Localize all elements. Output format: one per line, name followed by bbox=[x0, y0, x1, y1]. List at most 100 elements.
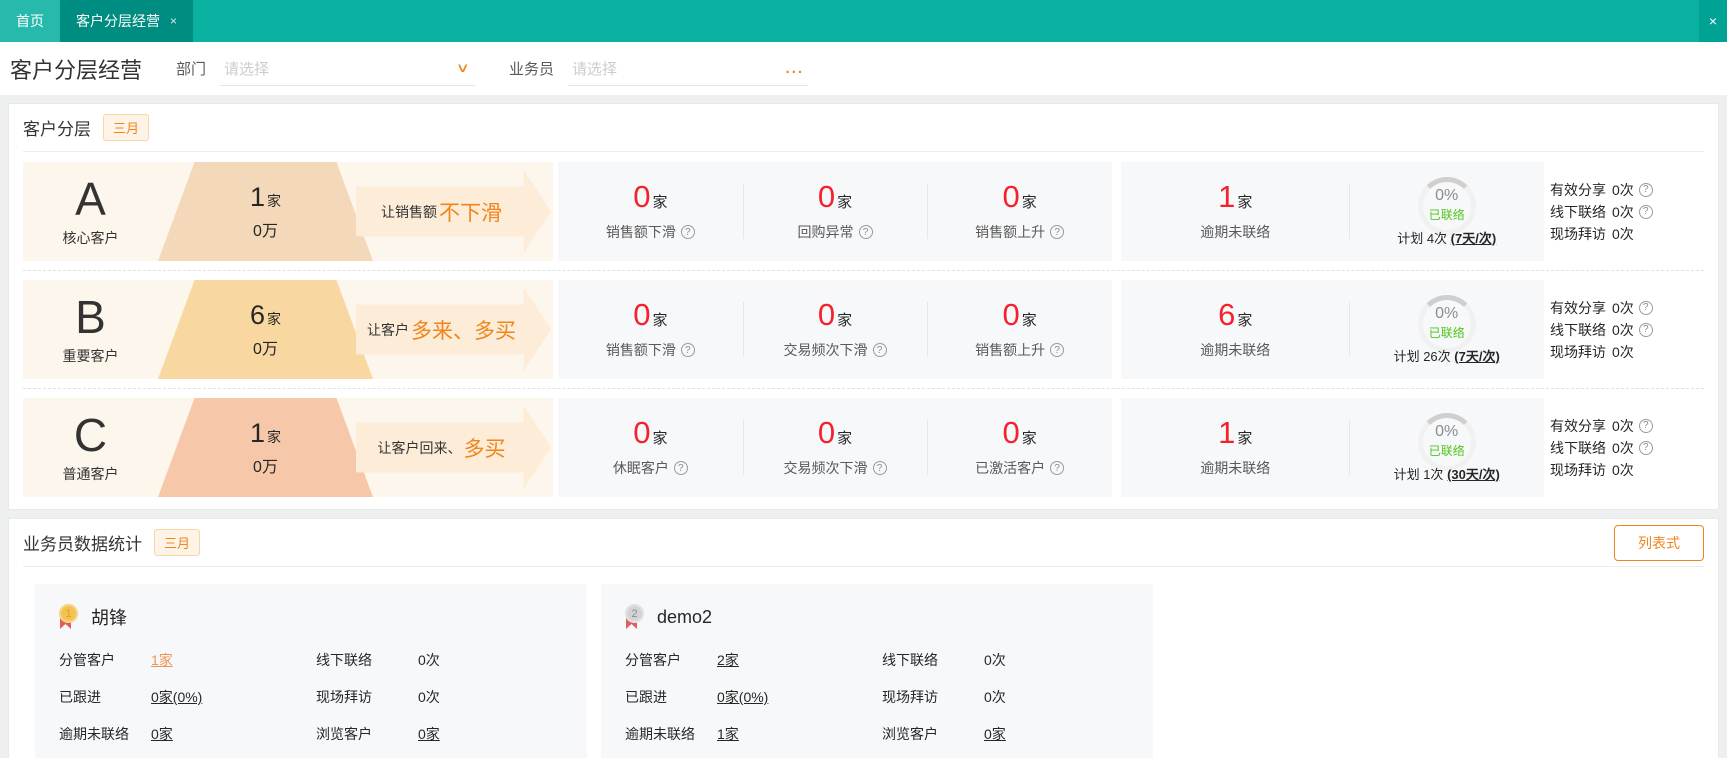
tier-amount: 0万 bbox=[253, 459, 278, 476]
tier-count-unit: 家 bbox=[267, 311, 282, 327]
overdue-number: 1 家 bbox=[1218, 417, 1252, 448]
help-icon[interactable]: ? bbox=[1638, 182, 1653, 197]
person-header: 1 胡锋 bbox=[59, 604, 563, 630]
tier-letter: B bbox=[75, 290, 106, 343]
list-view-button[interactable]: 列表式 bbox=[1614, 524, 1704, 561]
tier-stat: 0 家销售额下滑? bbox=[558, 280, 743, 379]
stat-number: 0家 bbox=[633, 181, 667, 212]
share-stat-label: 有效分享 bbox=[1550, 299, 1606, 316]
help-icon[interactable]: ? bbox=[1050, 461, 1065, 475]
help-icon[interactable]: ? bbox=[673, 461, 688, 475]
stat-value[interactable]: 0 bbox=[633, 181, 650, 212]
tier-stat: 0 家销售额上升? bbox=[927, 280, 1112, 379]
share-stat-value: 0次 bbox=[1612, 299, 1634, 316]
person-stat-value: 0次 bbox=[984, 689, 1006, 705]
stat-number: 0家 bbox=[1003, 181, 1037, 212]
tier-count-line: 1 家 bbox=[250, 182, 281, 213]
tier-letter-box: C 普通客户 bbox=[23, 398, 158, 497]
person-stat-value[interactable]: 0家 bbox=[984, 724, 1129, 744]
stat-value[interactable]: 0 bbox=[1003, 181, 1020, 212]
tab-customer-segmentation[interactable]: 客户分层经营 × bbox=[60, 0, 194, 42]
overdue-value[interactable]: 1 bbox=[1218, 181, 1235, 212]
tier-letter-box: B 重要客户 bbox=[23, 280, 158, 379]
tier-letter: C bbox=[73, 408, 108, 461]
share-stat-label: 现场拜访 bbox=[1550, 461, 1606, 478]
help-icon[interactable]: ? bbox=[1050, 343, 1065, 357]
tier-name: 重要客户 bbox=[62, 347, 119, 364]
help-icon[interactable]: ? bbox=[680, 225, 695, 239]
share-stat: 现场拜访 0次 bbox=[1550, 341, 1704, 363]
person-stat-value[interactable]: 1家 bbox=[151, 650, 316, 670]
tier-goal-prefix: 让销售额 bbox=[381, 203, 437, 220]
stat-unit: 家 bbox=[652, 430, 668, 447]
segments-card-title: 客户分层 bbox=[23, 120, 91, 139]
stat-label: 销售额下滑? bbox=[606, 222, 695, 242]
stat-value[interactable]: 0 bbox=[633, 299, 650, 330]
stat-value[interactable]: 0 bbox=[818, 417, 835, 448]
person-stat-label: 分管客户 bbox=[59, 652, 115, 668]
help-icon[interactable]: ? bbox=[680, 343, 695, 357]
help-icon[interactable]: ? bbox=[858, 225, 873, 239]
share-stat: 现场拜访 0次 bbox=[1550, 223, 1704, 245]
person-stat-value[interactable]: 0家 bbox=[418, 724, 563, 744]
person-stat-value: 0次 bbox=[418, 689, 440, 705]
salesperson-input[interactable]: 请选择 ... bbox=[568, 52, 809, 86]
help-icon[interactable]: ? bbox=[1638, 300, 1653, 315]
person-stat-value[interactable]: 1家 bbox=[717, 724, 882, 744]
help-icon[interactable]: ? bbox=[1638, 440, 1653, 455]
tier-row: C 普通客户 1 家 0万 让客户回来、 多买 0 家休眠客户? 0 家交易频次下滑?… bbox=[23, 398, 1704, 497]
more-ellipsis-icon[interactable]: ... bbox=[786, 60, 805, 77]
overdue-unit: 家 bbox=[1237, 312, 1253, 329]
gauge-plan: 计划 4次 (7天/次) bbox=[1397, 228, 1496, 247]
share-stat-value: 0次 bbox=[1612, 225, 1634, 242]
tier-share-list: 有效分享 0次? 线下联络 0次? 现场拜访 0次 bbox=[1544, 398, 1704, 497]
tier-separator bbox=[23, 270, 1704, 271]
help-icon[interactable]: ? bbox=[1638, 204, 1653, 219]
overdue-label: 逾期未联络 bbox=[1200, 342, 1271, 358]
person-stat-value[interactable]: 0家 bbox=[151, 724, 316, 744]
stat-label-text: 销售额下滑 bbox=[605, 342, 676, 358]
medal-icon: 1 bbox=[59, 604, 79, 630]
share-stat-value: 0次 bbox=[1612, 181, 1634, 198]
help-icon[interactable]: ? bbox=[872, 461, 887, 475]
tab-close-icon[interactable]: × bbox=[170, 14, 177, 28]
stat-number: 0家 bbox=[633, 417, 667, 448]
stat-number: 0家 bbox=[818, 417, 852, 448]
person-stat-value[interactable]: 0家(0%) bbox=[717, 687, 882, 707]
tier-funnel-block: B 重要客户 6 家 0万 让客户 多来、多买 bbox=[23, 280, 553, 379]
help-icon[interactable]: ? bbox=[1638, 322, 1653, 337]
tier-stat: 0 家销售额上升? bbox=[927, 162, 1112, 261]
person-stat-value[interactable]: 0家(0%) bbox=[151, 687, 316, 707]
stat-number: 0家 bbox=[1003, 299, 1037, 330]
stat-value[interactable]: 0 bbox=[1003, 299, 1020, 330]
stat-value[interactable]: 0 bbox=[633, 417, 650, 448]
help-icon[interactable]: ? bbox=[1050, 225, 1065, 239]
tier-goal-arrow: 让销售额 不下滑 bbox=[356, 170, 551, 253]
tab-home[interactable]: 首页 bbox=[0, 0, 60, 42]
people-cards: 1 胡锋 分管客户 1家 线下联络 0次 已跟进 0家(0%) 现场拜访 0次 逾期未联络 0家浏… bbox=[23, 567, 1704, 758]
contact-gauge: 0% 已联络 计划 1次 (30天/次) bbox=[1349, 398, 1544, 497]
tier-goal-highlight: 多买 bbox=[463, 437, 506, 461]
share-stat-value: 0次 bbox=[1612, 439, 1634, 456]
stat-value[interactable]: 0 bbox=[818, 299, 835, 330]
window-close-icon[interactable]: × bbox=[1699, 0, 1727, 42]
tier-goal-arrow: 让客户回来、 多买 bbox=[356, 406, 551, 489]
help-icon[interactable]: ? bbox=[872, 343, 887, 357]
stat-value[interactable]: 0 bbox=[818, 181, 835, 212]
overdue-value[interactable]: 1 bbox=[1218, 417, 1235, 448]
tier-share-list: 有效分享 0次? 线下联络 0次? 现场拜访 0次 bbox=[1544, 162, 1704, 261]
overdue-stat: 1 家 逾期未联络 bbox=[1121, 162, 1349, 261]
share-stat-label: 有效分享 bbox=[1550, 181, 1606, 198]
overdue-unit: 家 bbox=[1237, 194, 1253, 211]
department-select[interactable]: 请选择 ∨ bbox=[220, 52, 476, 86]
share-stat: 线下联络 0次? bbox=[1550, 437, 1704, 459]
person-stat-value[interactable]: 2家 bbox=[717, 650, 882, 670]
stat-value[interactable]: 0 bbox=[1003, 417, 1020, 448]
tier-goal-prefix: 让客户回来、 bbox=[377, 439, 462, 456]
person-stat-label: 现场拜访 bbox=[882, 689, 938, 705]
tier-stats-block: 0 家销售额下滑? 0 家交易频次下滑? 0 家销售额上升? bbox=[558, 280, 1112, 379]
tier-count: 1 bbox=[249, 418, 266, 448]
overdue-value[interactable]: 6 bbox=[1218, 299, 1235, 330]
help-icon[interactable]: ? bbox=[1638, 418, 1653, 433]
stat-label-text: 回购异常 bbox=[797, 224, 854, 240]
